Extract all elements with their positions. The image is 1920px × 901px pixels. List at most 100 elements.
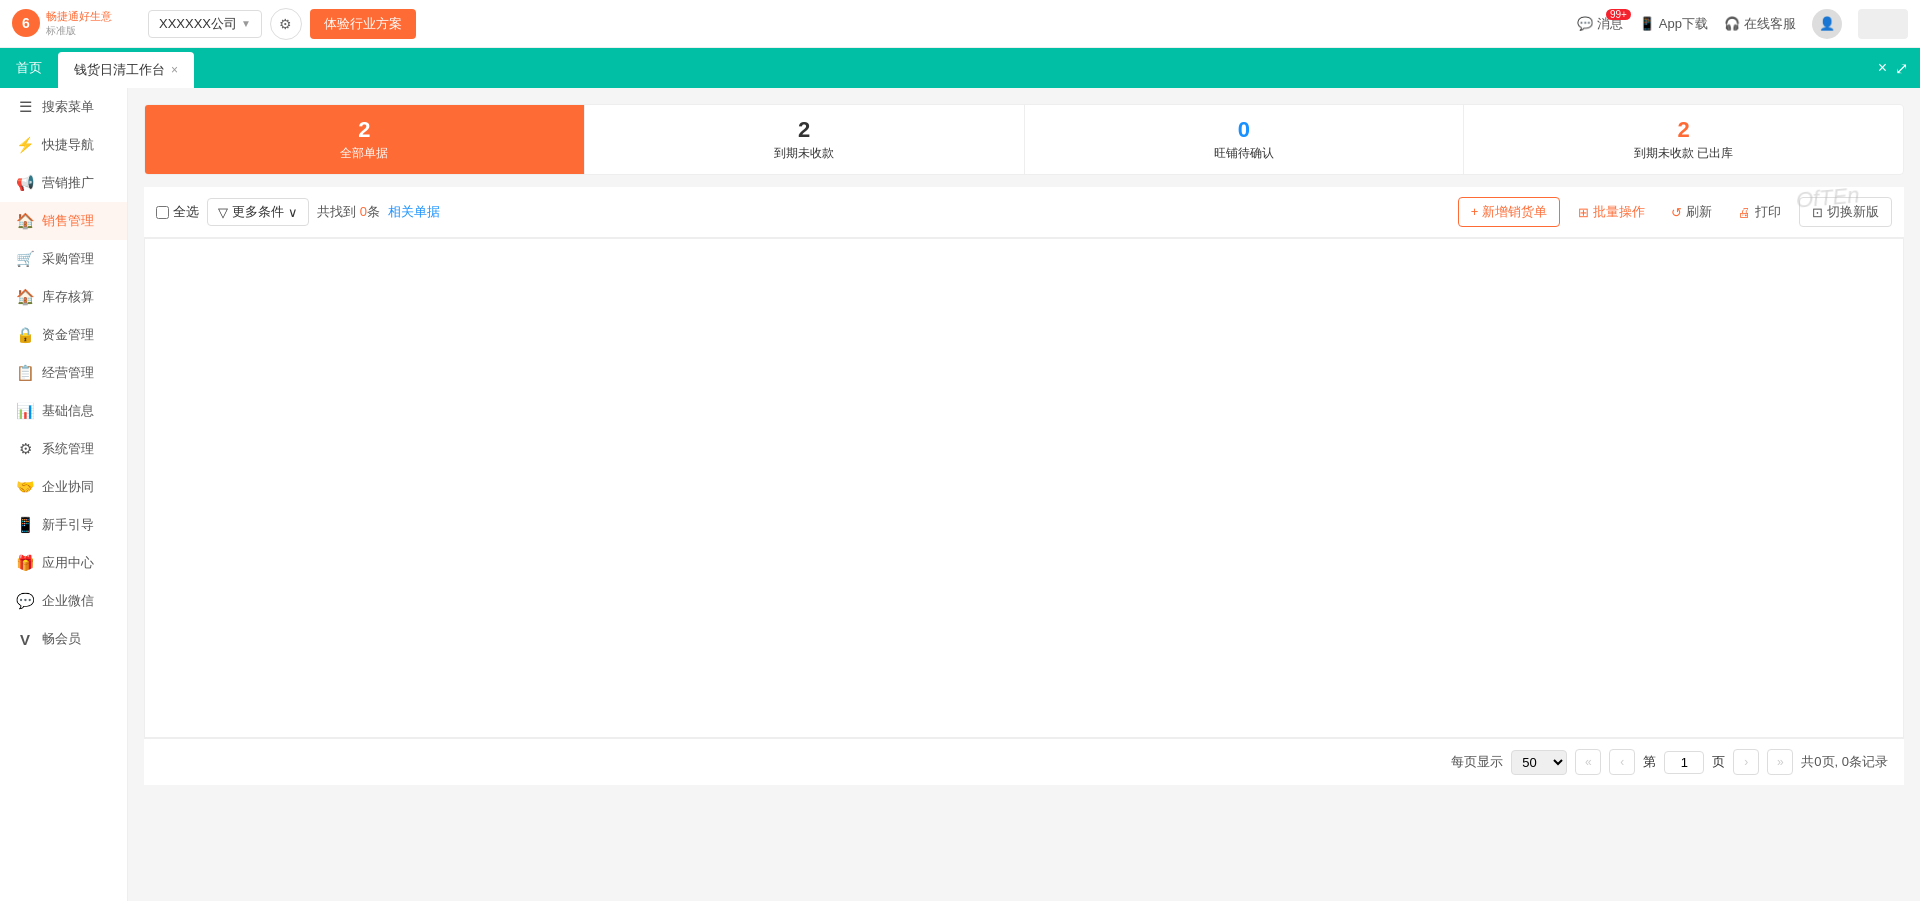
member-icon: V [16,631,34,648]
sidebar-item-member[interactable]: V 畅会员 [0,620,127,658]
select-all-input[interactable] [156,206,169,219]
sidebar-item-inventory-label: 库存核算 [42,288,94,306]
first-page-button[interactable]: « [1575,749,1601,775]
sidebar-item-wechat[interactable]: 💬 企业微信 [0,582,127,620]
tab-bar: 首页 钱货日清工作台 × × ⤢ [0,48,1920,88]
stats-tabs: 2 全部单据 2 到期未收款 0 旺铺待确认 2 到期未收款 已出库 [144,104,1904,175]
company-selector[interactable]: XXXXXX公司 ▼ [148,10,262,38]
prev-page-button[interactable]: ‹ [1609,749,1635,775]
per-page-label: 每页显示 [1451,753,1503,771]
stat-overdue-label: 到期未收款 [601,145,1008,162]
refresh-label: 刷新 [1686,203,1712,221]
online-service-label: 在线客服 [1744,15,1796,33]
toolbar: 全选 ▽ 更多条件 ∨ 共找到 0条 相关单据 + 新增销货单 ⊞ 批量操作 ↺… [144,187,1904,238]
next-page-button[interactable]: › [1733,749,1759,775]
print-button[interactable]: 🖨 打印 [1730,199,1789,225]
sys-mgmt-icon: ⚙ [16,440,34,458]
sidebar-item-finance[interactable]: 🔒 资金管理 [0,316,127,354]
refresh-icon: ↺ [1671,205,1682,220]
tab-work-bench-label: 钱货日清工作台 [74,61,165,79]
sidebar-item-wechat-label: 企业微信 [42,592,94,610]
stat-all-label: 全部单据 [161,145,568,162]
sidebar-item-app-center-label: 应用中心 [42,554,94,572]
sidebar-item-purchase-label: 采购管理 [42,250,94,268]
tab-expand-icon[interactable]: ⤢ [1895,59,1908,78]
online-service-icon: 🎧 [1724,16,1740,31]
select-all-checkbox[interactable]: 全选 [156,203,199,221]
sidebar-item-sales[interactable]: 🏠 销售管理 [0,202,127,240]
add-sale-button[interactable]: + 新增销货单 [1458,197,1560,227]
print-icon: 🖨 [1738,205,1751,220]
sidebar-item-guide[interactable]: 📱 新手引导 [0,506,127,544]
sidebar-item-sales-label: 销售管理 [42,212,94,230]
guide-icon: 📱 [16,516,34,534]
filter-label: 更多条件 [232,203,284,221]
stat-tab-shipped[interactable]: 2 到期未收款 已出库 [1464,105,1903,174]
sidebar-item-app-center[interactable]: 🎁 应用中心 [0,544,127,582]
company-dropdown-arrow: ▼ [241,18,251,29]
sidebar-item-enterprise[interactable]: 🤝 企业协同 [0,468,127,506]
sidebar-item-inventory[interactable]: 🏠 库存核算 [0,278,127,316]
trial-button[interactable]: 体验行业方案 [310,9,416,39]
app-download-icon: 📱 [1639,16,1655,31]
total-info: 共0页, 0条记录 [1801,753,1888,771]
found-text: 共找到 0条 [317,203,380,221]
settings-button[interactable]: ⚙ [270,8,302,40]
sidebar-item-marketing[interactable]: 📢 营销推广 [0,164,127,202]
online-service-action[interactable]: 🎧 在线客服 [1724,15,1796,33]
sidebar-item-basic-info[interactable]: 📊 基础信息 [0,392,127,430]
page-of-label: 页 [1712,753,1725,771]
stat-tab-overdue[interactable]: 2 到期未收款 [585,105,1025,174]
main-content: 2 全部单据 2 到期未收款 0 旺铺待确认 2 到期未收款 已出库 全选 ▽ … [128,88,1920,901]
stat-pending-count: 0 [1041,117,1448,143]
per-page-select[interactable]: 50 10 20 100 [1511,750,1567,775]
sidebar-item-search-menu[interactable]: ☰ 搜索菜单 [0,88,127,126]
message-action[interactable]: 💬 消息 99+ [1577,15,1623,33]
app-download-action[interactable]: 📱 App下载 [1639,15,1708,33]
refresh-button[interactable]: ↺ 刷新 [1663,199,1720,225]
sidebar-item-quick-nav[interactable]: ⚡ 快捷导航 [0,126,127,164]
tab-home[interactable]: 首页 [0,48,58,88]
message-icon: 💬 [1577,16,1593,31]
related-link[interactable]: 相关单据 [388,203,440,221]
sidebar-item-quick-nav-label: 快捷导航 [42,136,94,154]
stat-tab-all[interactable]: 2 全部单据 [145,105,585,174]
tab-bar-actions: × ⤢ [1878,59,1920,78]
sidebar-item-finance-label: 资金管理 [42,326,94,344]
app-download-label: App下载 [1659,15,1708,33]
batch-operation-button[interactable]: ⊞ 批量操作 [1570,199,1653,225]
stat-all-count: 2 [161,117,568,143]
top-header: 6 畅捷通好生意 标准版 XXXXXX公司 ▼ ⚙ 体验行业方案 💬 消息 99… [0,0,1920,48]
tab-home-label: 首页 [16,59,42,77]
message-badge: 99+ [1606,9,1631,20]
purchase-icon: 🛒 [16,250,34,268]
sidebar-item-sys-mgmt-label: 系统管理 [42,440,94,458]
last-page-button[interactable]: » [1767,749,1793,775]
logo-tag: 标准版 [46,24,112,38]
operations-icon: 📋 [16,364,34,382]
avatar[interactable]: 👤 [1812,9,1842,39]
sidebar-item-guide-label: 新手引导 [42,516,94,534]
stat-tab-pending[interactable]: 0 旺铺待确认 [1025,105,1465,174]
marketing-icon: 📢 [16,174,34,192]
filter-icon: ▽ [218,205,228,220]
sidebar-item-purchase[interactable]: 🛒 采购管理 [0,240,127,278]
sidebar-item-sys-mgmt[interactable]: ⚙ 系统管理 [0,430,127,468]
logo-name: 畅捷通好生意 [46,9,112,23]
sidebar: ☰ 搜索菜单 ⚡ 快捷导航 📢 营销推广 🏠 销售管理 🛒 采购管理 🏠 库存核… [0,88,128,901]
tab-close-icon[interactable]: × [171,63,178,77]
page-input[interactable] [1664,751,1704,774]
filter-button[interactable]: ▽ 更多条件 ∨ [207,198,309,226]
wechat-icon: 💬 [16,592,34,610]
sales-icon: 🏠 [16,212,34,230]
tab-close-all-icon[interactable]: × [1878,59,1887,77]
sidebar-item-operations[interactable]: 📋 经营管理 [0,354,127,392]
basic-info-icon: 📊 [16,402,34,420]
user-menu[interactable] [1858,9,1908,39]
found-unit: 条 [367,204,380,219]
switch-icon: ⊡ [1812,205,1823,220]
logo-icon: 6 [12,9,40,37]
app-center-icon: 🎁 [16,554,34,572]
tab-work-bench[interactable]: 钱货日清工作台 × [58,52,194,88]
switch-version-button[interactable]: ⊡ 切换新版 [1799,197,1892,227]
